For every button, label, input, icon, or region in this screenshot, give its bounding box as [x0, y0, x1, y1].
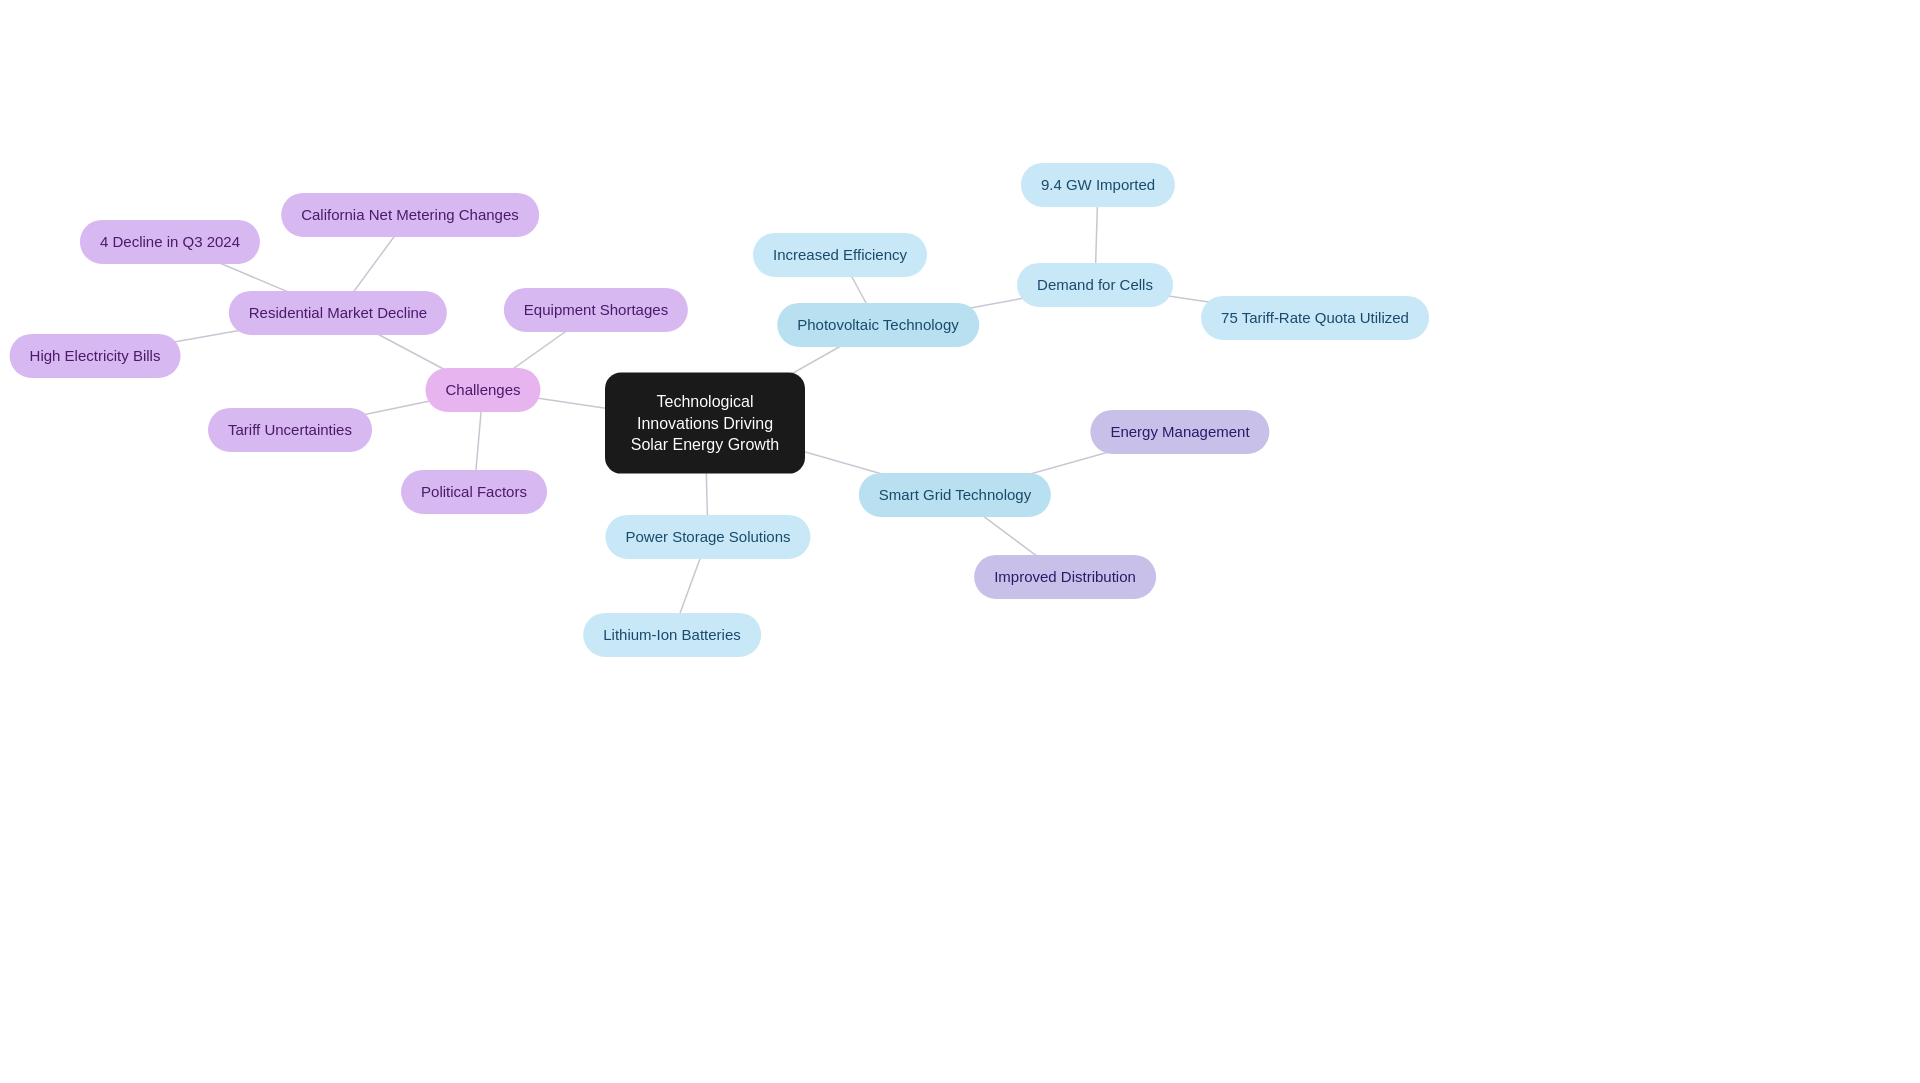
node-label-energy_management: Energy Management [1110, 422, 1249, 442]
node-residential_decline[interactable]: Residential Market Decline [229, 291, 447, 335]
node-label-tariff_uncertainties: Tariff Uncertainties [228, 420, 352, 440]
node-gw_imported[interactable]: 9.4 GW Imported [1021, 163, 1175, 207]
node-photovoltaic[interactable]: Photovoltaic Technology [777, 303, 979, 347]
node-california_net[interactable]: California Net Metering Changes [281, 193, 539, 237]
node-tariff_uncertainties[interactable]: Tariff Uncertainties [208, 408, 372, 452]
node-challenges[interactable]: Challenges [425, 368, 540, 412]
node-energy_management[interactable]: Energy Management [1090, 410, 1269, 454]
mind-map: Technological Innovations Driving Solar … [0, 0, 1920, 1083]
node-power_storage[interactable]: Power Storage Solutions [605, 515, 810, 559]
node-tariff_quota[interactable]: 75 Tariff-Rate Quota Utilized [1201, 296, 1429, 340]
node-label-four_decline: 4 Decline in Q3 2024 [100, 232, 240, 252]
node-label-challenges: Challenges [445, 380, 520, 400]
node-lithium_ion[interactable]: Lithium-Ion Batteries [583, 613, 761, 657]
connections-svg [0, 0, 1920, 1083]
node-label-residential_decline: Residential Market Decline [249, 303, 427, 323]
node-label-power_storage: Power Storage Solutions [625, 527, 790, 547]
node-label-political_factors: Political Factors [421, 482, 527, 502]
node-label-high_electricity: High Electricity Bills [30, 346, 161, 366]
node-label-tariff_quota: 75 Tariff-Rate Quota Utilized [1221, 308, 1409, 328]
node-increased_efficiency[interactable]: Increased Efficiency [753, 233, 927, 277]
node-label-increased_efficiency: Increased Efficiency [773, 245, 907, 265]
node-label-california_net: California Net Metering Changes [301, 205, 519, 225]
node-demand_cells[interactable]: Demand for Cells [1017, 263, 1173, 307]
node-label-lithium_ion: Lithium-Ion Batteries [603, 625, 741, 645]
node-high_electricity[interactable]: High Electricity Bills [10, 334, 181, 378]
node-equipment_shortages[interactable]: Equipment Shortages [504, 288, 688, 332]
node-label-center: Technological Innovations Driving Solar … [627, 391, 783, 456]
node-label-improved_distribution: Improved Distribution [994, 567, 1136, 587]
node-political_factors[interactable]: Political Factors [401, 470, 547, 514]
node-label-smart_grid: Smart Grid Technology [879, 485, 1031, 505]
node-label-gw_imported: 9.4 GW Imported [1041, 175, 1155, 195]
node-four_decline[interactable]: 4 Decline in Q3 2024 [80, 220, 260, 264]
node-smart_grid[interactable]: Smart Grid Technology [859, 473, 1051, 517]
node-label-equipment_shortages: Equipment Shortages [524, 300, 668, 320]
node-center[interactable]: Technological Innovations Driving Solar … [605, 373, 805, 474]
node-label-photovoltaic: Photovoltaic Technology [797, 315, 959, 335]
node-label-demand_cells: Demand for Cells [1037, 275, 1153, 295]
node-improved_distribution[interactable]: Improved Distribution [974, 555, 1156, 599]
